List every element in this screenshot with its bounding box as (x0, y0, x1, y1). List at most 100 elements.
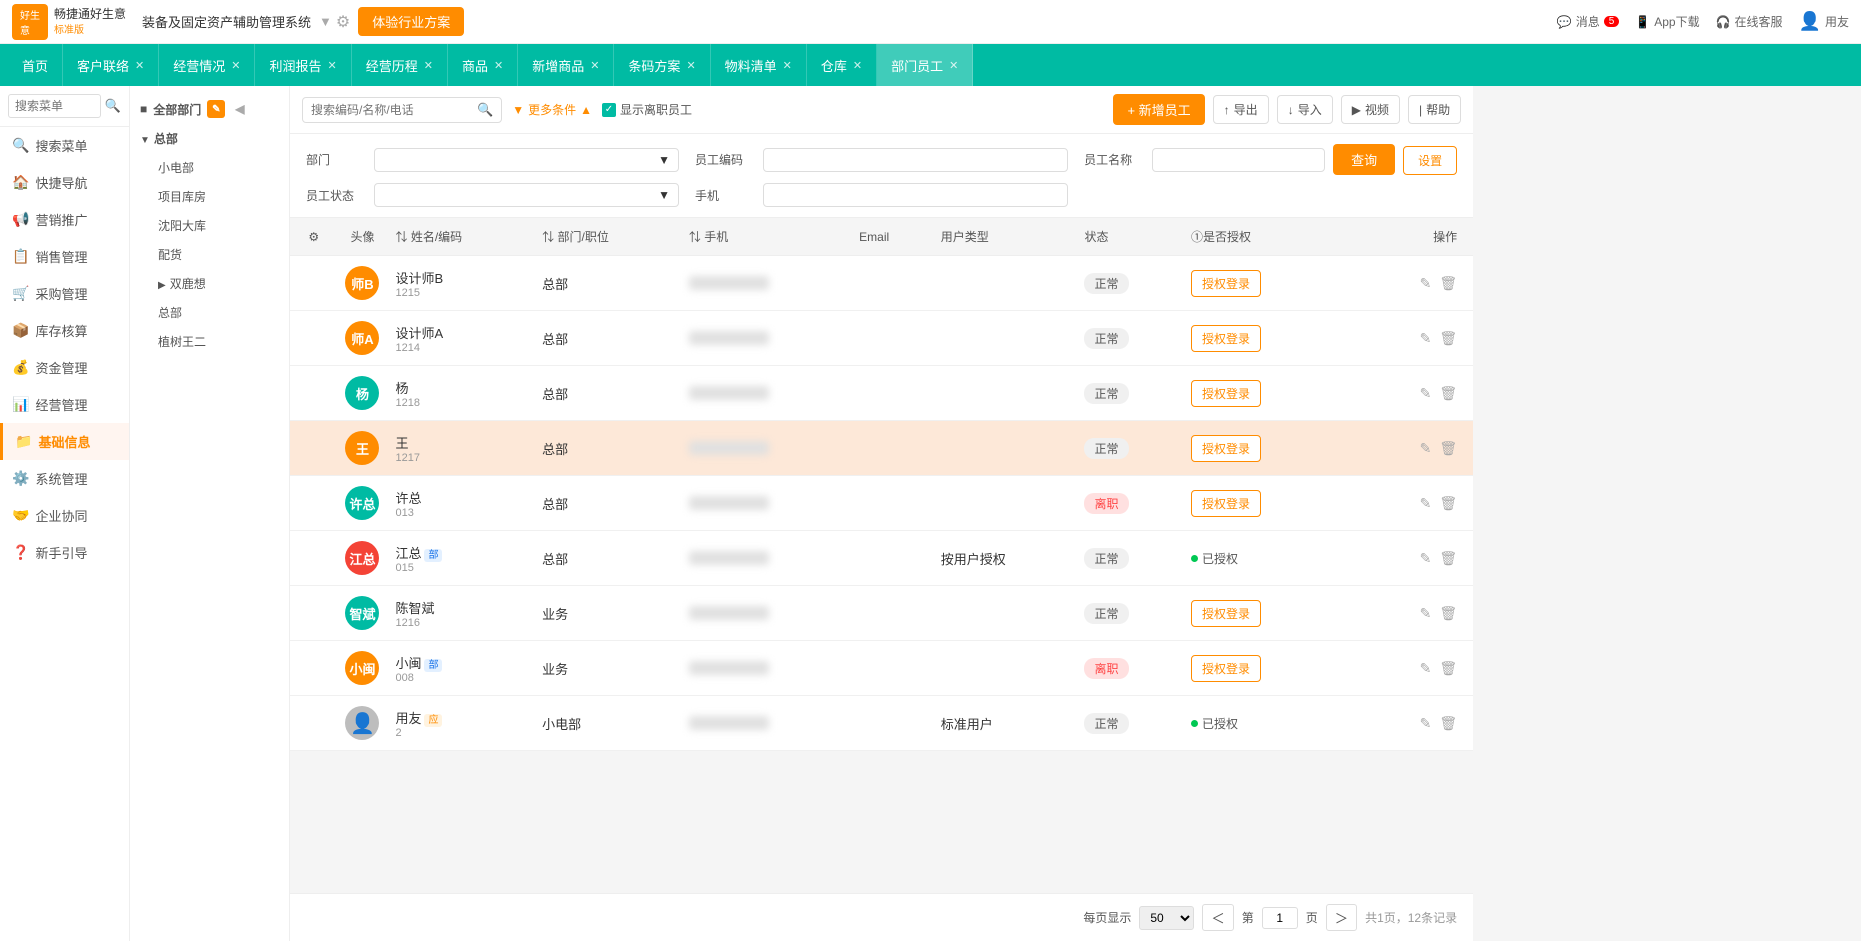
edit-icon[interactable]: ✎ (1420, 715, 1432, 732)
edit-icon[interactable]: ✎ (1420, 440, 1432, 457)
tab-barcode[interactable]: 条码方案 ✕ (614, 44, 710, 86)
delete-icon[interactable]: 🗑 (1439, 440, 1457, 457)
edit-icon[interactable]: ✎ (1420, 495, 1432, 512)
dept-item-headquarters[interactable]: ▼总部 (130, 124, 289, 153)
sidebar-item-operation[interactable]: 📊 经营管理 (0, 386, 129, 423)
close-icon[interactable]: ✕ (494, 59, 503, 72)
page-number-input[interactable] (1262, 907, 1298, 929)
close-icon[interactable]: ✕ (135, 59, 144, 72)
auth-button[interactable]: 授权登录 (1191, 600, 1261, 627)
dept-item-shuanglu[interactable]: ▶双鹿想 (130, 269, 289, 298)
sidebar-item-system[interactable]: ⚙️ 系统管理 (0, 460, 129, 497)
tab-operation[interactable]: 经营情况 ✕ (159, 44, 255, 86)
edit-icon[interactable]: ✎ (1420, 275, 1432, 292)
auth-button[interactable]: 授权登录 (1191, 380, 1261, 407)
emp-code-input[interactable] (763, 148, 1068, 172)
user-btn[interactable]: 👤 用友 (1799, 11, 1849, 32)
edit-icon[interactable]: ✎ (1420, 330, 1432, 347)
settings-icon[interactable]: ⚙ (336, 12, 350, 32)
sidebar-item-purchase[interactable]: 🛒 采购管理 (0, 275, 129, 312)
tab-new-goods[interactable]: 新增商品 ✕ (518, 44, 614, 86)
sidebar-item-marketing[interactable]: 📢 营销推广 (0, 201, 129, 238)
auth-button[interactable]: 授权登录 (1191, 270, 1261, 297)
help-btn[interactable]: | 帮助 (1408, 95, 1461, 124)
delete-icon[interactable]: 🗑 (1439, 495, 1457, 512)
next-page-btn[interactable]: ＞ (1326, 904, 1357, 931)
tab-home[interactable]: 首页 (8, 44, 63, 86)
tab-warehouse[interactable]: 仓库 ✕ (807, 44, 877, 86)
tab-bom[interactable]: 物料清单 ✕ (711, 44, 807, 86)
auth-cell[interactable]: 已授权 (1183, 531, 1336, 586)
app-download-btn[interactable]: 📱 App下载 (1635, 13, 1699, 30)
show-resigned-toggle[interactable]: ✓ 显示离职员工 (602, 101, 692, 118)
close-icon[interactable]: ✕ (783, 59, 792, 72)
dept-item-shenyang[interactable]: 沈阳大库 (130, 211, 289, 240)
prev-page-btn[interactable]: ＜ (1202, 904, 1233, 931)
delete-icon[interactable]: 🗑 (1439, 715, 1457, 732)
more-conditions-btn[interactable]: ▼ 更多条件 ▲ (512, 101, 592, 118)
emp-name-input[interactable] (1152, 148, 1325, 172)
add-employee-btn[interactable]: + 新增员工 (1113, 94, 1204, 125)
auth-button[interactable]: 授权登录 (1191, 655, 1261, 682)
dept-item-person[interactable]: 植树王二 (130, 327, 289, 356)
auth-cell[interactable]: 授权登录 (1183, 366, 1336, 421)
dropdown-icon[interactable]: ▼ (319, 14, 332, 29)
tab-customer[interactable]: 客户联络 ✕ (63, 44, 159, 86)
delete-icon[interactable]: 🗑 (1439, 330, 1457, 347)
experience-btn[interactable]: 体验行业方案 (358, 7, 464, 36)
delete-icon[interactable]: 🗑 (1439, 605, 1457, 622)
export-btn[interactable]: ↑ 导出 (1213, 95, 1269, 124)
close-icon[interactable]: ✕ (949, 59, 958, 72)
edit-icon[interactable]: ✎ (1420, 660, 1432, 677)
setting-btn[interactable]: 设置 (1403, 146, 1457, 175)
close-icon[interactable]: ✕ (328, 59, 337, 72)
auth-cell[interactable]: 授权登录 (1183, 421, 1336, 476)
sidebar-item-collab[interactable]: 🤝 企业协同 (0, 497, 129, 534)
edit-icon[interactable]: ✎ (1420, 605, 1432, 622)
dept-item-hq[interactable]: 总部 (130, 298, 289, 327)
edit-icon[interactable]: ✎ (1420, 385, 1432, 402)
delete-icon[interactable]: 🗑 (1439, 550, 1457, 567)
tab-goods[interactable]: 商品 ✕ (448, 44, 518, 86)
auth-button[interactable]: 授权登录 (1191, 490, 1261, 517)
sidebar-item-finance[interactable]: 💰 资金管理 (0, 349, 129, 386)
tab-profit[interactable]: 利润报告 ✕ (255, 44, 351, 86)
auth-cell[interactable]: 授权登录 (1183, 256, 1336, 311)
dept-item-distribution[interactable]: 配货 (130, 240, 289, 269)
emp-status-select[interactable]: ▼ (374, 183, 679, 207)
sidebar-item-sales[interactable]: 📋 销售管理 (0, 238, 129, 275)
phone-input[interactable] (763, 183, 1068, 207)
auth-cell[interactable]: 授权登录 (1183, 586, 1336, 641)
online-service-btn[interactable]: 🎧 在线客服 (1716, 13, 1783, 30)
auth-cell[interactable]: 授权登录 (1183, 476, 1336, 531)
dept-edit-icon[interactable]: ✎ (207, 100, 225, 118)
dept-item-project[interactable]: 项目库房 (130, 182, 289, 211)
close-icon[interactable]: ✕ (686, 59, 695, 72)
tab-dept-employee[interactable]: 部门员工 ✕ (877, 44, 973, 86)
delete-icon[interactable]: 🗑 (1439, 275, 1457, 292)
auth-button[interactable]: 授权登录 (1191, 325, 1261, 352)
delete-icon[interactable]: 🗑 (1439, 660, 1457, 677)
sidebar-item-basic-info[interactable]: 📁 基础信息 (0, 423, 129, 460)
dept-filter-select[interactable]: ▼ (374, 148, 679, 172)
import-btn[interactable]: ↓ 导入 (1277, 95, 1333, 124)
sidebar-item-nav[interactable]: 🏠 快捷导航 (0, 164, 129, 201)
query-btn[interactable]: 查询 (1333, 144, 1395, 175)
sidebar-item-inventory[interactable]: 📦 库存核算 (0, 312, 129, 349)
message-btn[interactable]: 💬 消息 5 (1557, 13, 1620, 30)
view-btn[interactable]: ▶ 视频 (1341, 95, 1400, 124)
delete-icon[interactable]: 🗑 (1439, 385, 1457, 402)
sidebar-item-guide[interactable]: ❓ 新手引导 (0, 534, 129, 571)
resigned-checkbox[interactable]: ✓ (602, 103, 616, 117)
auth-cell[interactable]: 授权登录 (1183, 311, 1336, 366)
close-icon[interactable]: ✕ (853, 59, 862, 72)
auth-button[interactable]: 授权登录 (1191, 435, 1261, 462)
search-input[interactable] (311, 103, 471, 117)
dept-item-small-elec[interactable]: 小电部 (130, 153, 289, 182)
dept-collapse-icon[interactable]: ◀ (235, 102, 244, 116)
tab-history[interactable]: 经营历程 ✕ (352, 44, 448, 86)
close-icon[interactable]: ✕ (231, 59, 240, 72)
sidebar-search-input[interactable] (8, 94, 101, 118)
auth-cell[interactable]: 已授权 (1183, 696, 1336, 751)
per-page-select[interactable]: 50 20 100 (1139, 906, 1194, 930)
